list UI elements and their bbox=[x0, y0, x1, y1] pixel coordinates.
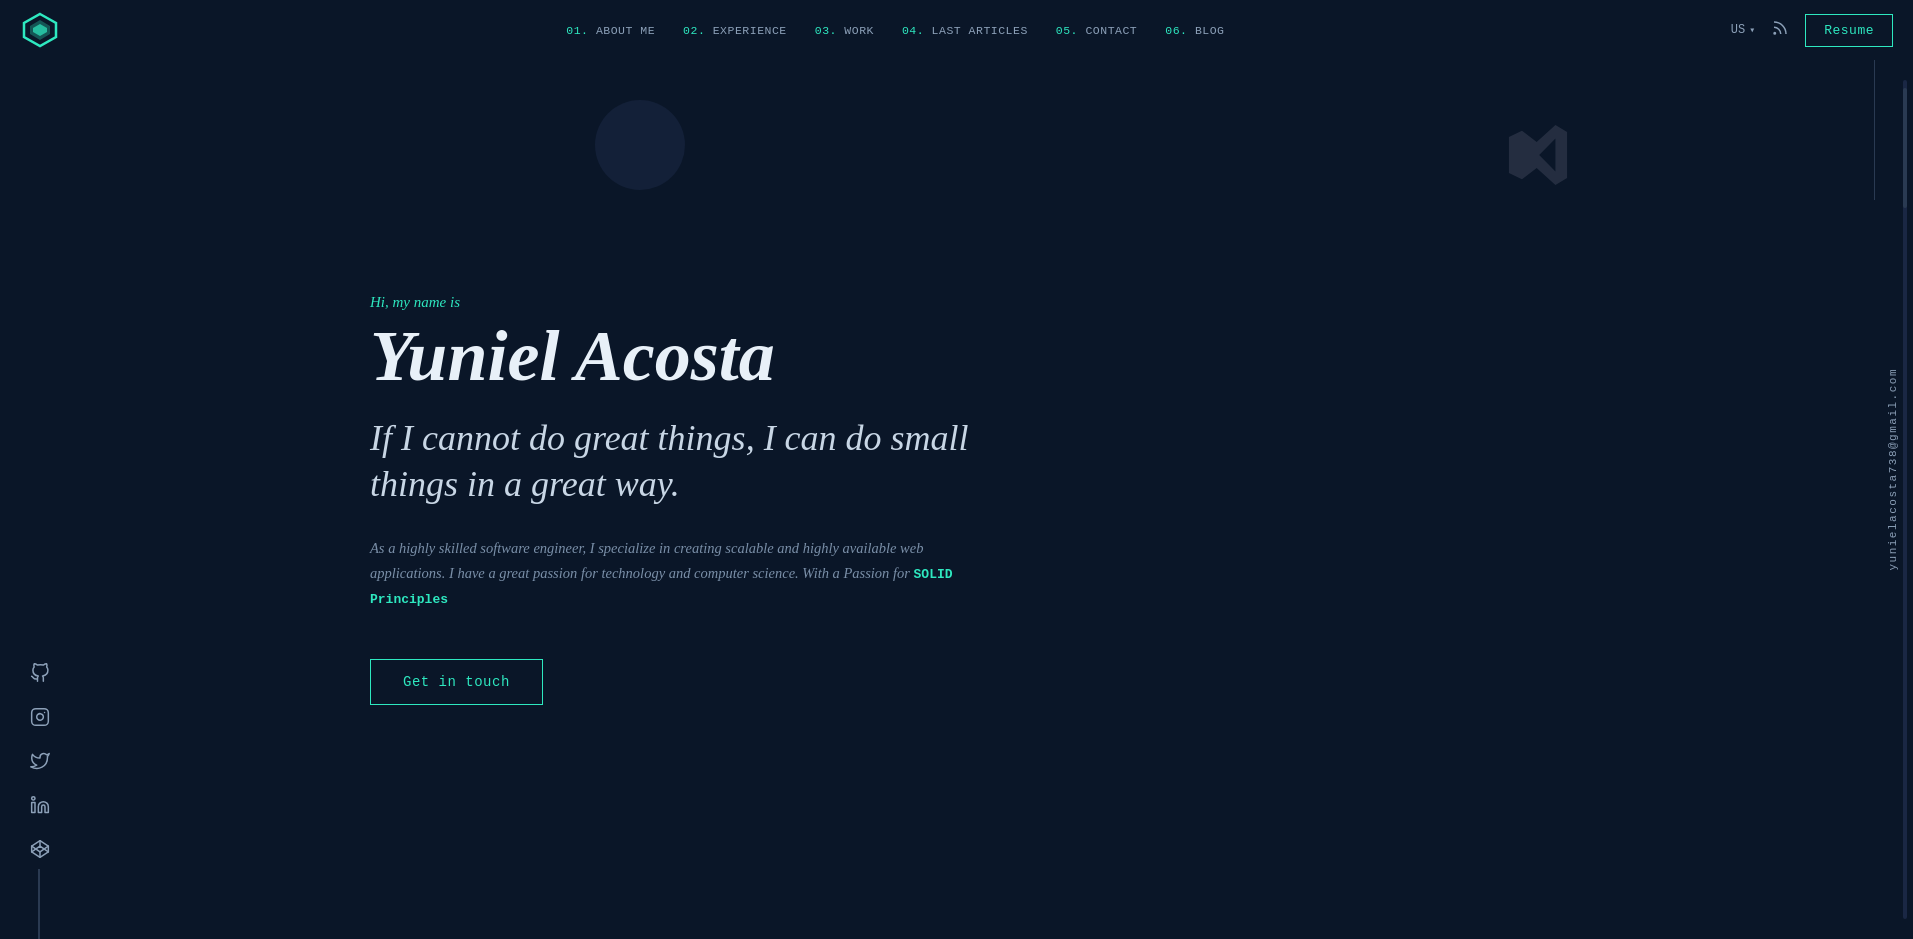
hero-section: Hi, my name is Yuniel Acosta If I cannot… bbox=[370, 294, 1010, 705]
rss-icon[interactable] bbox=[1771, 19, 1789, 41]
header: 01. ABOUT ME 02. EXPERIENCE 03. WORK 04.… bbox=[0, 0, 1913, 60]
nav-about[interactable]: 01. ABOUT ME bbox=[566, 24, 655, 37]
lang-selector[interactable]: US ▾ bbox=[1731, 23, 1755, 37]
chevron-down-icon: ▾ bbox=[1749, 24, 1755, 36]
nav-work[interactable]: 03. WORK bbox=[815, 24, 874, 37]
greeting-text: Hi, my name is bbox=[370, 294, 1010, 311]
nav-right: US ▾ Resume bbox=[1731, 14, 1893, 47]
main-content: Hi, my name is Yuniel Acosta If I cannot… bbox=[0, 60, 1913, 939]
twitter-icon[interactable] bbox=[30, 751, 50, 771]
linkedin-icon[interactable] bbox=[30, 795, 50, 815]
resume-button[interactable]: Resume bbox=[1805, 14, 1893, 47]
cta-button[interactable]: Get in touch bbox=[370, 659, 543, 705]
description-text: As a highly skilled software engineer, I… bbox=[370, 540, 923, 581]
codepen-icon[interactable] bbox=[30, 839, 50, 859]
right-sidebar: yunielacosta738@gmail.com bbox=[1887, 0, 1899, 939]
svg-point-3 bbox=[1774, 33, 1776, 35]
left-sidebar bbox=[30, 663, 50, 859]
nav: 01. ABOUT ME 02. EXPERIENCE 03. WORK 04.… bbox=[566, 24, 1224, 37]
svg-rect-4 bbox=[32, 709, 49, 726]
logo[interactable] bbox=[20, 10, 60, 50]
instagram-icon[interactable] bbox=[30, 707, 50, 727]
tagline: If I cannot do great things, I can do sm… bbox=[370, 415, 1010, 509]
svg-point-7 bbox=[32, 797, 35, 800]
email-label[interactable]: yunielacosta738@gmail.com bbox=[1887, 368, 1899, 571]
svg-rect-6 bbox=[32, 803, 35, 813]
lang-label: US bbox=[1731, 23, 1745, 37]
nav-blog[interactable]: 06. BLOG bbox=[1165, 24, 1224, 37]
name-heading: Yuniel Acosta bbox=[370, 319, 1010, 395]
nav-articles[interactable]: 04. LAST ARTICLES bbox=[902, 24, 1028, 37]
nav-contact[interactable]: 05. CONTACT bbox=[1056, 24, 1137, 37]
github-icon[interactable] bbox=[30, 663, 50, 683]
nav-experience[interactable]: 02. EXPERIENCE bbox=[683, 24, 787, 37]
description: As a highly skilled software engineer, I… bbox=[370, 536, 990, 611]
